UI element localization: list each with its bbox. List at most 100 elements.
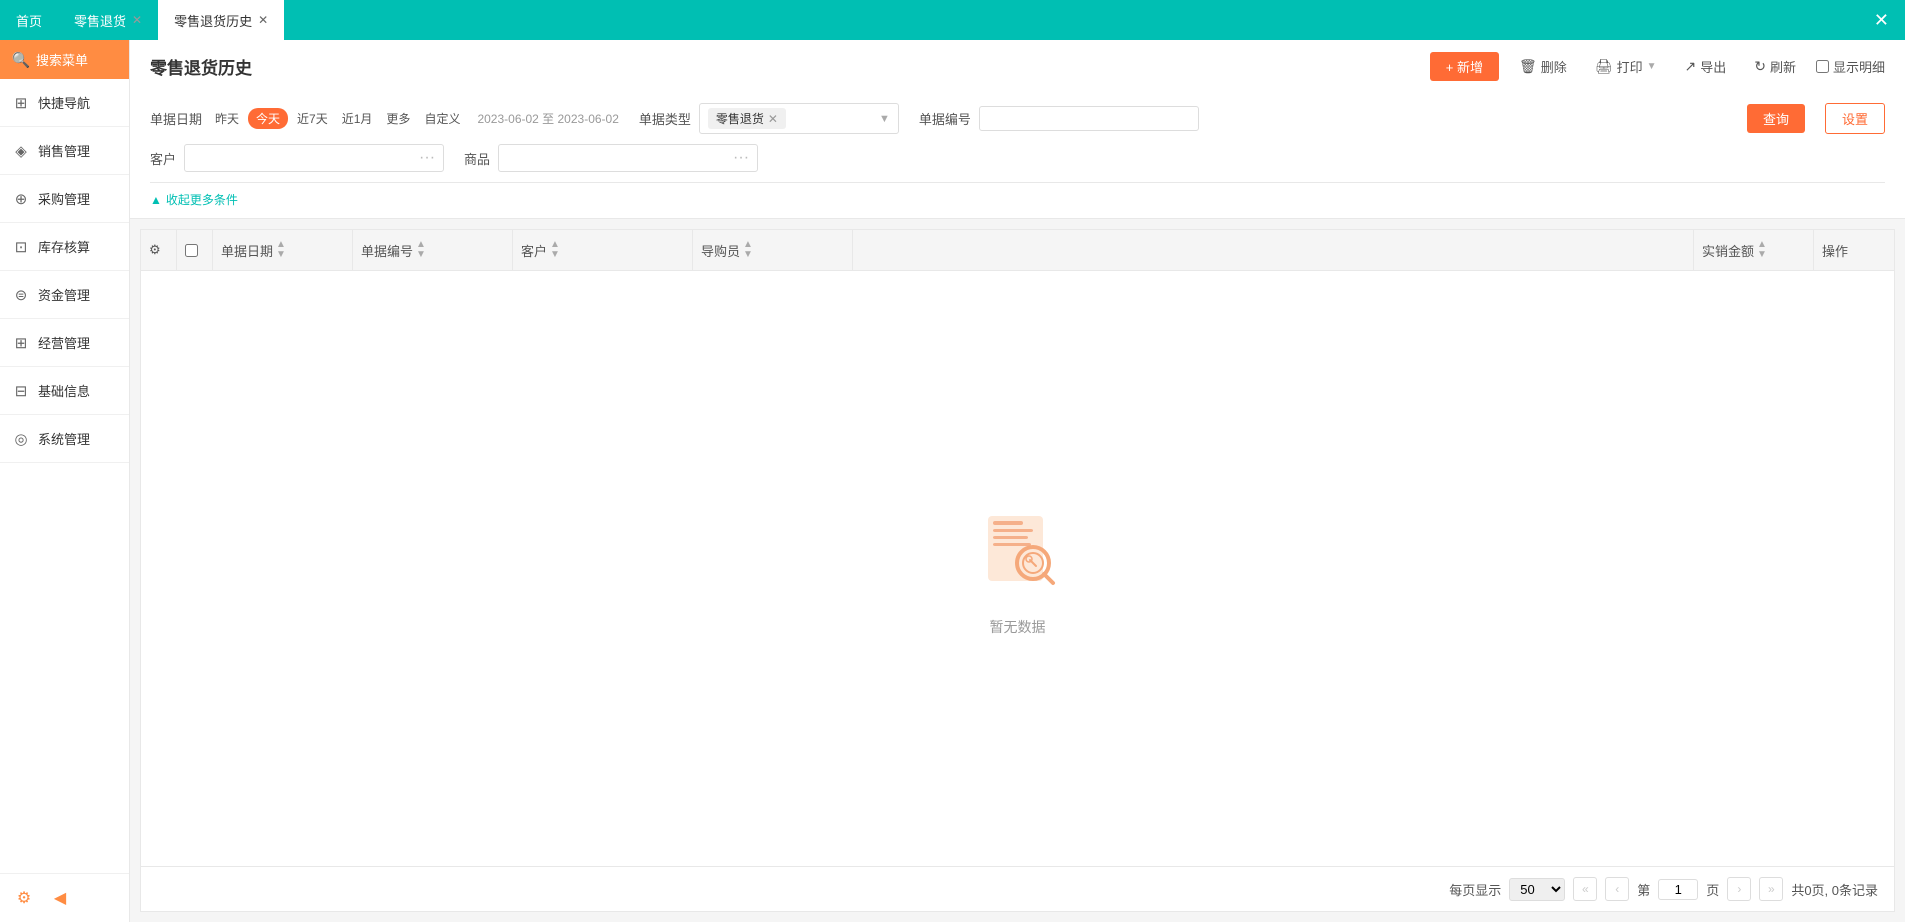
tab-retail-return-history[interactable]: 零售退货历史 ✕	[158, 0, 284, 40]
doc-type-dropdown-icon[interactable]: ▼	[879, 113, 890, 125]
doc-number-input[interactable]	[979, 106, 1199, 131]
page-header: 零售退货历史 + 新增 🗑 删除 🖨 打印 ▼ ↗ 导出	[130, 40, 1905, 219]
display-switch-checkbox[interactable]	[1816, 60, 1829, 73]
new-button[interactable]: + 新增	[1430, 52, 1499, 81]
th-doc-date-sort[interactable]: ▲▼	[276, 240, 286, 260]
purchase-icon: ⊕	[12, 190, 30, 208]
customer-input[interactable]: ···	[184, 144, 444, 172]
filter-row-2: 客户 ··· 商品 ···	[150, 144, 1885, 172]
th-checkbox[interactable]	[177, 230, 213, 270]
th-doc-number-label: 单据编号	[361, 241, 413, 260]
sidebar-item-sales[interactable]: ◈ 销售管理	[0, 127, 129, 175]
th-customer[interactable]: 客户 ▲▼	[513, 230, 693, 270]
export-label: 导出	[1700, 57, 1726, 76]
doc-type-filter-group: 单据类型 零售退货 ✕ ▼	[639, 103, 899, 134]
table-settings-icon[interactable]: ⚙	[149, 242, 161, 258]
print-dropdown-icon[interactable]: ▼	[1647, 61, 1657, 72]
doc-type-select[interactable]: 零售退货 ✕ ▼	[699, 103, 899, 134]
collapse-sidebar-icon[interactable]: ◀	[48, 886, 72, 910]
empty-text: 暂无数据	[990, 617, 1046, 637]
th-settings[interactable]: ⚙	[141, 230, 177, 270]
date-btn-7days[interactable]: 近7天	[292, 108, 333, 129]
sidebar-item-purchase[interactable]: ⊕ 采购管理	[0, 175, 129, 223]
sidebar-item-system[interactable]: ◎ 系统管理	[0, 415, 129, 463]
date-btn-more[interactable]: 更多	[381, 108, 415, 129]
th-customer-label: 客户	[521, 241, 547, 260]
basic-info-icon: ⊟	[12, 382, 30, 400]
sidebar-search-label: 搜索菜单	[36, 50, 88, 69]
tab-retail-return-history-close[interactable]: ✕	[258, 13, 268, 27]
th-guide-sort[interactable]: ▲▼	[743, 240, 753, 260]
per-page-label: 每页显示	[1449, 880, 1501, 899]
th-doc-number[interactable]: 单据编号 ▲▼	[353, 230, 513, 270]
sidebar-item-finance[interactable]: ⊜ 资金管理	[0, 271, 129, 319]
sidebar-item-purchase-label: 采购管理	[38, 189, 90, 208]
sidebar-search[interactable]: 🔍 搜索菜单	[0, 40, 129, 79]
tab-retail-return-label: 零售退货	[74, 11, 126, 30]
collapse-filter-button[interactable]: ▲ 收起更多条件	[150, 182, 1885, 208]
total-info: 共0页, 0条记录	[1791, 880, 1878, 899]
window-close-icon[interactable]: ✕	[1858, 10, 1905, 31]
table-container: ⚙ 单据日期 ▲▼ 单据编号 ▲▼ 客户 ▲▼ 导购员	[140, 229, 1895, 912]
date-btn-1month[interactable]: 近1月	[337, 108, 378, 129]
goods-filter-group: 商品 ···	[464, 144, 758, 172]
pagination: 每页显示 50 10 20 100 « ‹ 第 页 › » 共0页, 0条记录	[141, 866, 1894, 911]
date-btn-today[interactable]: 今天	[248, 108, 288, 129]
last-page-button[interactable]: »	[1759, 877, 1783, 901]
refresh-button[interactable]: ↻ 刷新	[1746, 53, 1804, 80]
customer-filter-group: 客户 ···	[150, 144, 444, 172]
prev-page-button[interactable]: ‹	[1605, 877, 1629, 901]
tab-retail-return-close[interactable]: ✕	[132, 13, 142, 27]
date-btn-yesterday[interactable]: 昨天	[210, 108, 244, 129]
tab-retail-return[interactable]: 零售退货 ✕	[58, 0, 158, 40]
delete-button[interactable]: 🗑 删除	[1511, 53, 1575, 80]
refresh-icon: ↻	[1754, 58, 1766, 75]
th-guide[interactable]: 导购员 ▲▼	[693, 230, 853, 270]
sidebar-item-operations[interactable]: ⊞ 经营管理	[0, 319, 129, 367]
print-button[interactable]: 🖨 打印 ▼	[1587, 53, 1665, 80]
goods-picker-icon[interactable]: ···	[733, 149, 749, 167]
system-icon: ◎	[12, 430, 30, 448]
sidebar-item-inventory-label: 库存核算	[38, 237, 90, 256]
doc-type-remove-icon[interactable]: ✕	[768, 112, 778, 126]
select-all-checkbox[interactable]	[185, 244, 198, 257]
refresh-label: 刷新	[1770, 57, 1796, 76]
collapse-label: 收起更多条件	[166, 191, 238, 208]
sidebar-item-basic-info[interactable]: ⊟ 基础信息	[0, 367, 129, 415]
first-page-button[interactable]: «	[1573, 877, 1597, 901]
doc-type-value: 零售退货	[716, 110, 764, 127]
customer-picker-icon[interactable]: ···	[419, 149, 435, 167]
doc-type-tag: 零售退货 ✕	[708, 108, 786, 129]
page-suffix: 页	[1706, 880, 1719, 899]
date-btn-custom[interactable]: 自定义	[419, 108, 465, 129]
topbar: 首页 零售退货 ✕ 零售退货历史 ✕ ✕	[0, 0, 1905, 40]
query-button[interactable]: 查询	[1747, 104, 1805, 133]
sidebar-item-inventory[interactable]: ⊡ 库存核算	[0, 223, 129, 271]
th-amount[interactable]: 实销金额 ▲▼	[1694, 230, 1814, 270]
th-doc-date[interactable]: 单据日期 ▲▼	[213, 230, 353, 270]
display-switch[interactable]: 显示明细	[1816, 57, 1885, 76]
tab-home[interactable]: 首页	[0, 0, 58, 40]
th-amount-sort[interactable]: ▲▼	[1757, 240, 1767, 260]
date-range-display: 2023-06-02 至 2023-06-02	[477, 110, 618, 127]
next-page-button[interactable]: ›	[1727, 877, 1751, 901]
page-input[interactable]	[1658, 879, 1698, 900]
th-doc-number-sort[interactable]: ▲▼	[416, 240, 426, 260]
th-doc-date-label: 单据日期	[221, 241, 273, 260]
goods-input[interactable]: ···	[498, 144, 758, 172]
page-title-row: 零售退货历史 + 新增 🗑 删除 🖨 打印 ▼ ↗ 导出	[150, 52, 1885, 81]
export-button[interactable]: ↗ 导出	[1676, 53, 1734, 80]
print-icon: 🖨	[1595, 58, 1613, 75]
setting-button[interactable]: 设置	[1825, 103, 1885, 134]
sidebar: 🔍 搜索菜单 ⊞ 快捷导航 ◈ 销售管理 ⊕ 采购管理 ⊡ 库存核算 ⊜ 资金管…	[0, 40, 130, 922]
date-filter-buttons: 昨天 今天 近7天 近1月 更多 自定义	[210, 108, 465, 129]
settings-icon[interactable]: ⚙	[12, 886, 36, 910]
per-page-select[interactable]: 50 10 20 100	[1509, 878, 1565, 901]
th-customer-sort[interactable]: ▲▼	[550, 240, 560, 260]
sidebar-item-quick-nav[interactable]: ⊞ 快捷导航	[0, 79, 129, 127]
sidebar-item-quick-nav-label: 快捷导航	[38, 93, 90, 112]
goods-label: 商品	[464, 149, 490, 168]
quick-nav-icon: ⊞	[12, 94, 30, 112]
sidebar-item-sales-label: 销售管理	[38, 141, 90, 160]
collapse-icon: ▲	[150, 193, 162, 207]
